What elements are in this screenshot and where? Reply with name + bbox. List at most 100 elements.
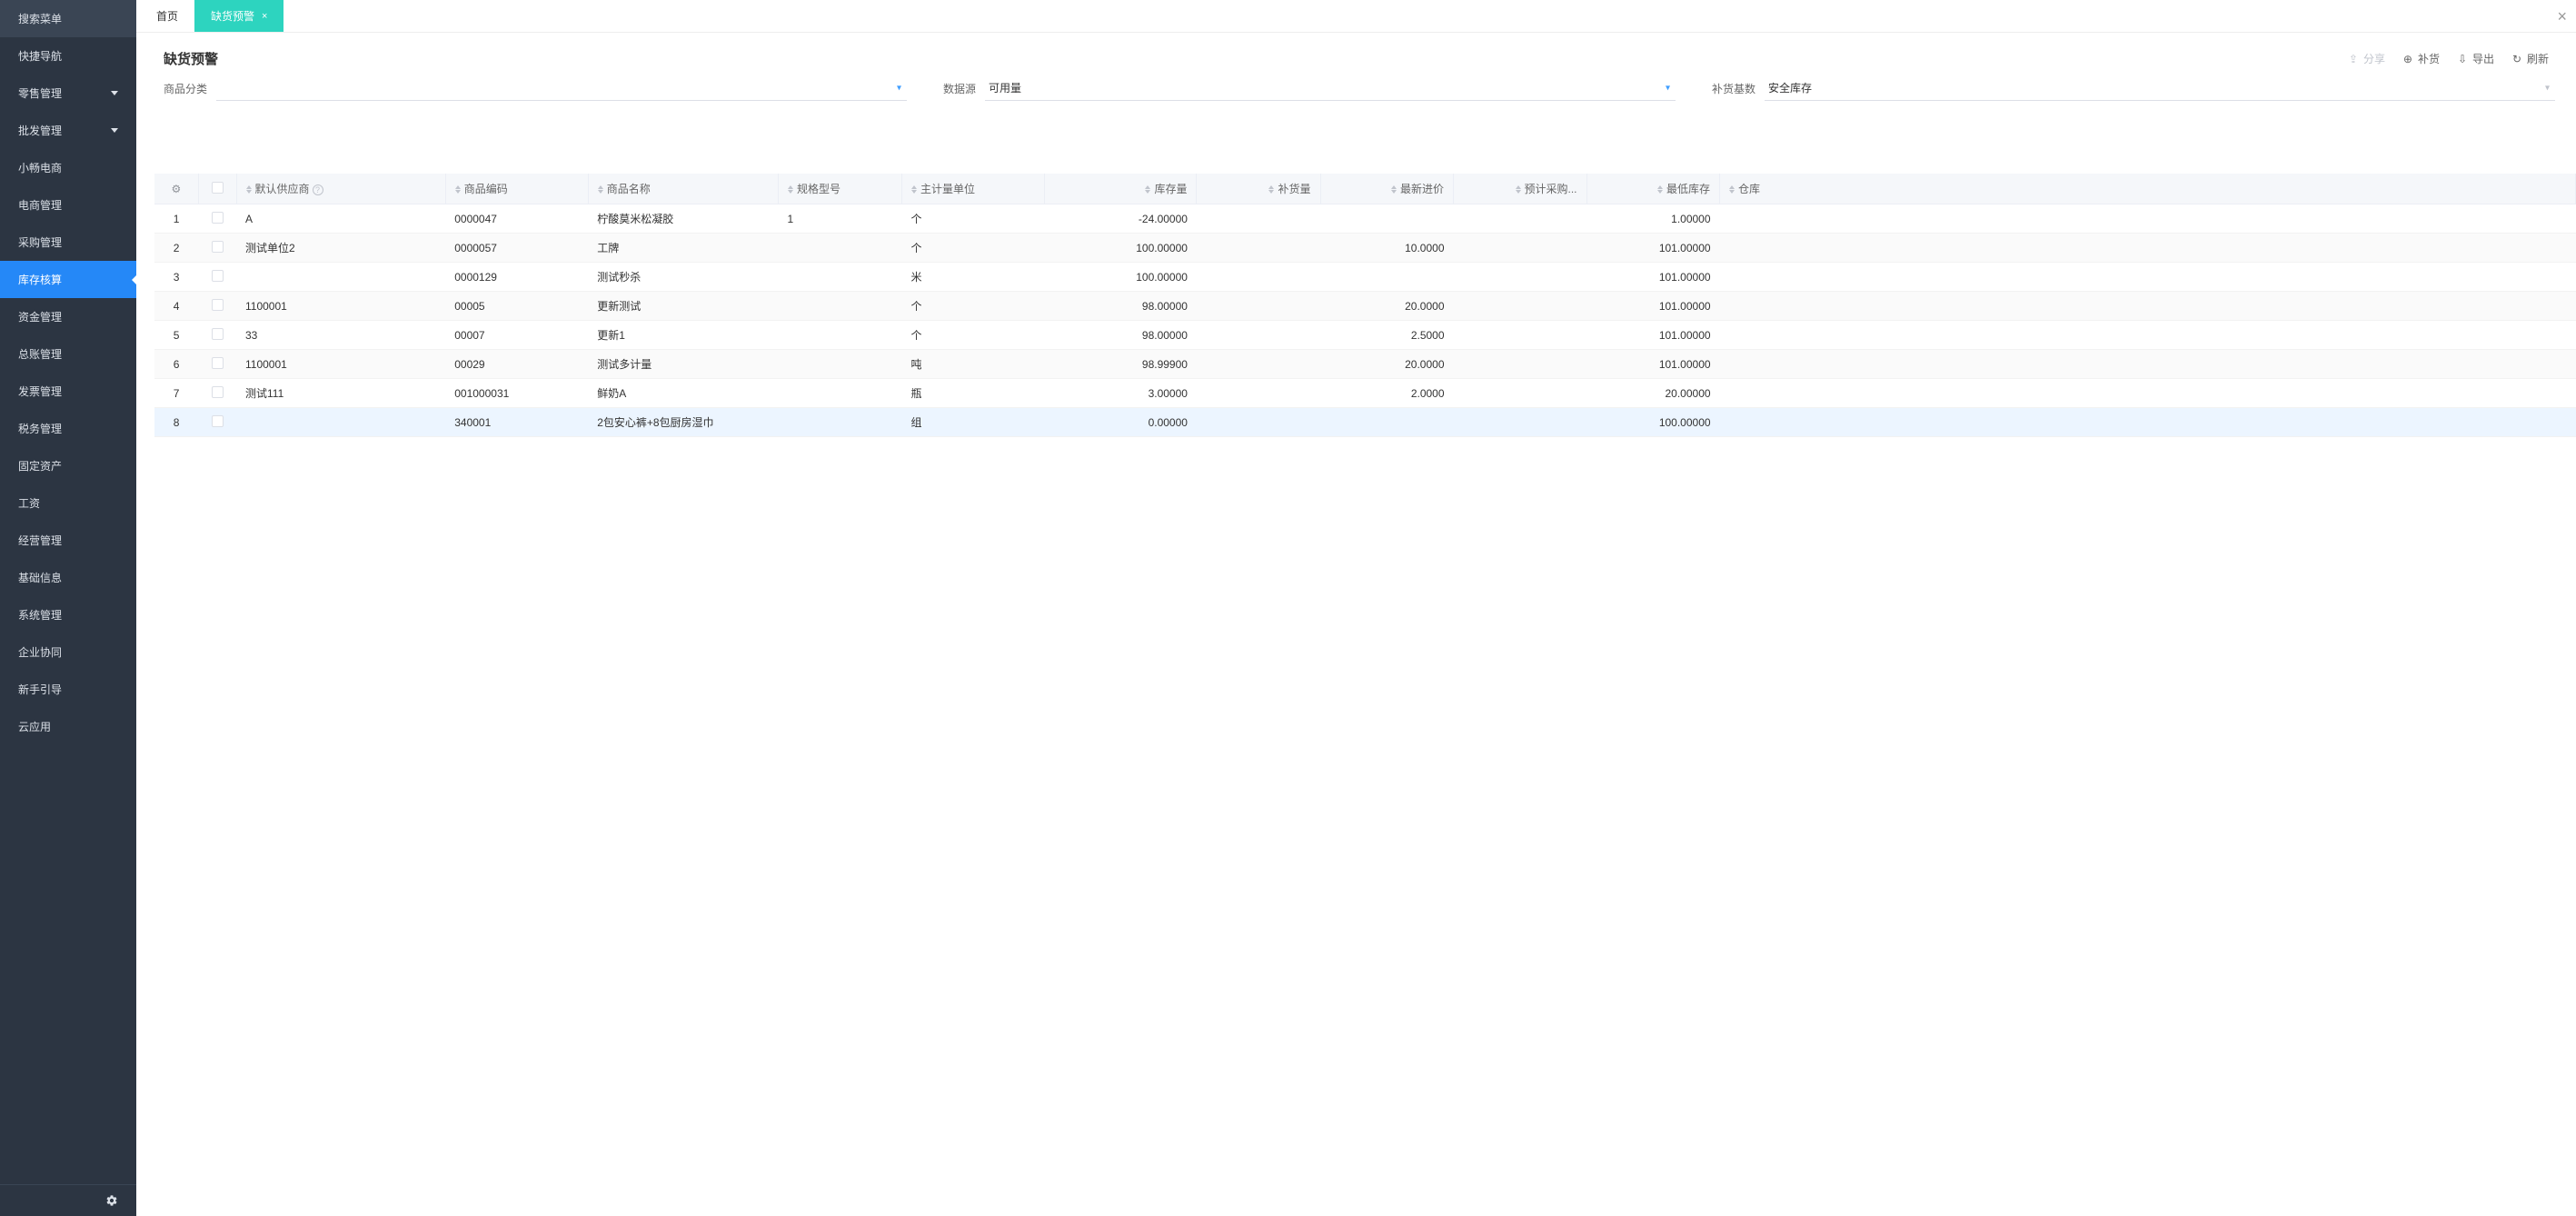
row-checkbox[interactable] [212, 299, 224, 311]
cell-warehouse [1720, 379, 2576, 408]
cell-replenish-qty [1197, 408, 1320, 437]
sidebar-item-3[interactable]: 批发管理 [0, 112, 136, 149]
cell-spec [779, 234, 902, 263]
row-chk [198, 408, 236, 437]
cell-unit: 组 [902, 408, 1045, 437]
sort-icon[interactable] [455, 185, 461, 194]
sidebar-item-8[interactable]: 资金管理 [0, 298, 136, 335]
col-code[interactable]: 商品编码 [445, 174, 588, 204]
checkbox-all[interactable] [212, 182, 224, 194]
col-settings[interactable]: ⚙ [154, 174, 198, 204]
sidebar-item-0[interactable]: 搜索菜单 [0, 0, 136, 37]
sidebar: 搜索菜单快捷导航零售管理批发管理小畅电商电商管理采购管理库存核算资金管理总账管理… [0, 0, 136, 1216]
cell-stock: 100.00000 [1045, 263, 1197, 292]
help-icon[interactable]: ? [313, 184, 323, 195]
table-row[interactable]: 4110000100005更新测试个98.0000020.0000101.000… [154, 292, 2576, 321]
cell-supplier: 1100001 [236, 350, 445, 379]
col-min-stock[interactable]: 最低库存 [1586, 174, 1720, 204]
sidebar-item-6[interactable]: 采购管理 [0, 224, 136, 261]
cell-name: 测试秒杀 [588, 263, 778, 292]
sidebar-item-4[interactable]: 小畅电商 [0, 149, 136, 186]
sort-icon[interactable] [598, 185, 603, 194]
cell-unit: 个 [902, 321, 1045, 350]
col-est-procure[interactable]: 预计采购... [1454, 174, 1587, 204]
sidebar-item-16[interactable]: 系统管理 [0, 596, 136, 633]
col-warehouse[interactable]: 仓库 [1720, 174, 2576, 204]
table-row[interactable]: 6110000100029测试多计量吨98.9990020.0000101.00… [154, 350, 2576, 379]
basis-select[interactable]: 安全库存 ▾ [1765, 75, 2555, 101]
sidebar-item-9[interactable]: 总账管理 [0, 335, 136, 373]
cell-code: 0000057 [445, 234, 588, 263]
sidebar-item-11[interactable]: 税务管理 [0, 410, 136, 447]
row-checkbox[interactable] [212, 386, 224, 398]
sidebar-item-1[interactable]: 快捷导航 [0, 37, 136, 75]
table-row[interactable]: 2测试单位20000057工牌个100.0000010.0000101.0000… [154, 234, 2576, 263]
row-checkbox[interactable] [212, 212, 224, 224]
col-name[interactable]: 商品名称 [588, 174, 778, 204]
main-content: 首页缺货预警× × 缺货预警 ⇪ 分享 ⊕ 补货 ⇩ 导出 ↻ [136, 0, 2576, 1216]
row-checkbox[interactable] [212, 270, 224, 282]
cell-name: 更新1 [588, 321, 778, 350]
row-checkbox[interactable] [212, 328, 224, 340]
table-row[interactable]: 1A0000047柠酸莫米松凝胶1个-24.000001.00000 [154, 204, 2576, 234]
sort-icon[interactable] [1391, 185, 1397, 194]
sort-icon[interactable] [246, 185, 252, 194]
row-checkbox[interactable] [212, 357, 224, 369]
col-spec[interactable]: 规格型号 [779, 174, 902, 204]
col-unit[interactable]: 主计量单位 [902, 174, 1045, 204]
row-checkbox[interactable] [212, 241, 224, 253]
table-row[interactable]: 83400012包安心裤+8包厨房湿巾组0.00000100.00000 [154, 408, 2576, 437]
table-row[interactable]: 53300007更新1个98.000002.5000101.00000 [154, 321, 2576, 350]
sidebar-item-7[interactable]: 库存核算 [0, 261, 136, 298]
sidebar-item-19[interactable]: 云应用 [0, 708, 136, 745]
sidebar-item-13[interactable]: 工资 [0, 484, 136, 522]
sidebar-item-2[interactable]: 零售管理 [0, 75, 136, 112]
settings-gear-icon[interactable] [105, 1194, 118, 1207]
source-select[interactable]: 可用量 ▾ [985, 75, 1676, 101]
sidebar-item-18[interactable]: 新手引导 [0, 671, 136, 708]
tab-close-icon[interactable]: × [262, 11, 267, 22]
col-last-price[interactable]: 最新进价 [1320, 174, 1454, 204]
sort-icon[interactable] [1268, 185, 1274, 194]
sidebar-item-label: 发票管理 [18, 384, 62, 399]
sidebar-item-14[interactable]: 经营管理 [0, 522, 136, 559]
cell-code: 0000129 [445, 263, 588, 292]
sort-icon[interactable] [1657, 185, 1663, 194]
refresh-action[interactable]: ↻ 刷新 [2511, 51, 2549, 66]
cell-warehouse [1720, 263, 2576, 292]
tab-1[interactable]: 缺货预警× [194, 0, 283, 32]
tabs-bar: 首页缺货预警× × [136, 0, 2576, 33]
cell-supplier [236, 263, 445, 292]
sidebar-item-15[interactable]: 基础信息 [0, 559, 136, 596]
col-supplier[interactable]: 默认供应商? [236, 174, 445, 204]
col-checkbox-header[interactable] [198, 174, 236, 204]
cell-unit: 米 [902, 263, 1045, 292]
cell-est-procure [1454, 379, 1587, 408]
sidebar-item-17[interactable]: 企业协同 [0, 633, 136, 671]
replenish-action[interactable]: ⊕ 补货 [2402, 51, 2440, 66]
tab-0[interactable]: 首页 [140, 0, 194, 32]
cell-warehouse [1720, 321, 2576, 350]
sort-icon[interactable] [1516, 185, 1521, 194]
sort-icon[interactable] [911, 185, 917, 194]
cell-unit: 个 [902, 204, 1045, 234]
category-select[interactable]: ▾ [216, 75, 907, 101]
sort-icon[interactable] [788, 185, 793, 194]
filter-category-label: 商品分类 [164, 81, 207, 96]
sidebar-item-10[interactable]: 发票管理 [0, 373, 136, 410]
cell-supplier [236, 408, 445, 437]
sidebar-item-5[interactable]: 电商管理 [0, 186, 136, 224]
sort-icon[interactable] [1145, 185, 1150, 194]
col-stock[interactable]: 库存量 [1045, 174, 1197, 204]
cell-est-procure [1454, 408, 1587, 437]
close-icon[interactable]: × [2557, 7, 2567, 26]
table-row[interactable]: 7测试111001000031鲜奶A瓶3.000002.000020.00000 [154, 379, 2576, 408]
row-chk [198, 292, 236, 321]
sidebar-item-12[interactable]: 固定资产 [0, 447, 136, 484]
col-replenish-qty[interactable]: 补货量 [1197, 174, 1320, 204]
row-checkbox[interactable] [212, 415, 224, 427]
export-action[interactable]: ⇩ 导出 [2456, 51, 2494, 66]
table-row[interactable]: 30000129测试秒杀米100.00000101.00000 [154, 263, 2576, 292]
sort-icon[interactable] [1729, 185, 1735, 194]
cell-supplier: A [236, 204, 445, 234]
